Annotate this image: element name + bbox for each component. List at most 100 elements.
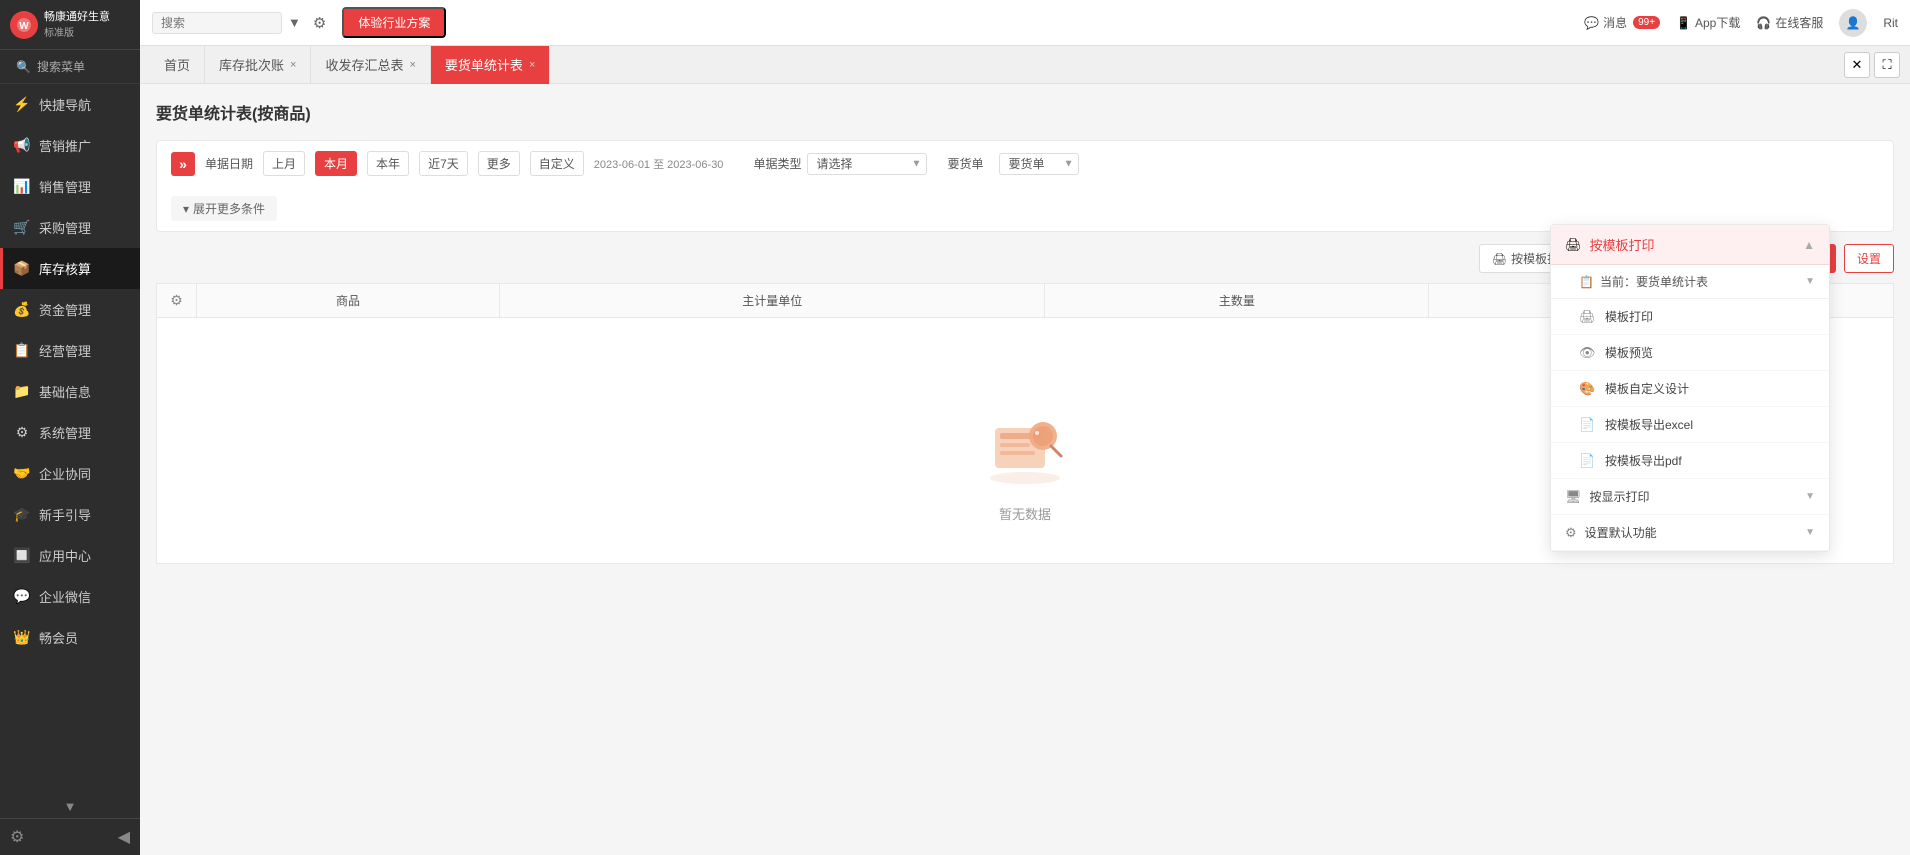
sidebar-item-collab[interactable]: 🤝 企业协同 [0, 453, 140, 494]
tabbar: 首页 库存批次账 × 收发存汇总表 × 要货单统计表 × ✕ ⛶ [140, 46, 1910, 84]
tab-close-inventory-batch[interactable]: × [290, 59, 296, 71]
type-select[interactable]: 请选择 [807, 153, 927, 175]
search-menu[interactable]: 🔍 搜索菜单 [0, 50, 140, 84]
nav-icon-sales: 📊 [13, 178, 31, 195]
sidebar-scroll-down[interactable]: ▼ [0, 795, 140, 818]
trial-button[interactable]: 体验行业方案 [342, 7, 446, 38]
settings-icon[interactable]: ⚙ [10, 827, 24, 847]
dropdown-item-template-print[interactable]: 🖨 模板打印 [1551, 299, 1829, 335]
sidebar-item-guide[interactable]: 🎓 新手引导 [0, 494, 140, 535]
empty-text: 暂无数据 [999, 504, 1051, 523]
sidebar-item-basic[interactable]: 📁 基础信息 [0, 371, 140, 412]
sidebar-item-sales[interactable]: 📊 销售管理 [0, 166, 140, 207]
sidebar-item-purchase[interactable]: 🛒 采购管理 [0, 207, 140, 248]
table-header-product: 商品 [197, 284, 500, 318]
online-service-item[interactable]: 🎧 在线客服 [1756, 14, 1823, 31]
svg-text:W: W [19, 21, 29, 32]
date-btn-this-year[interactable]: 本年 [367, 151, 409, 176]
date-label: 单据日期 [205, 155, 253, 172]
dropdown-item-template-excel[interactable]: 📄 按模板导出excel [1551, 407, 1829, 443]
date-btn-more[interactable]: 更多 [478, 151, 520, 176]
filter-row: » 单据日期 上月 本月 本年 近7天 更多 自定义 2023-06-01 至 … [171, 151, 1879, 176]
table-header-quantity: 主数量 [1045, 284, 1429, 318]
dropdown-item-template-preview[interactable]: 👁 模板预览 [1551, 335, 1829, 371]
filter-expand-row: ▾ 展开更多条件 [171, 186, 1879, 221]
sidebar-item-apps[interactable]: 🔲 应用中心 [0, 535, 140, 576]
type-selector: 单据类型 请选择 ▼ [753, 153, 927, 175]
sidebar-item-wechat[interactable]: 💬 企业微信 [0, 576, 140, 617]
message-icon: 💬 [1584, 16, 1599, 30]
req-type-label: 要货单 [947, 155, 983, 172]
sidebar-item-system[interactable]: ⚙ 系统管理 [0, 412, 140, 453]
tab-close-order-stats[interactable]: × [529, 59, 535, 71]
printer-icon: 🖨 [1492, 252, 1507, 266]
phone-icon: 📱 [1676, 16, 1691, 30]
display-print-icon: 🖥 [1565, 489, 1582, 505]
headset-icon: 🎧 [1756, 16, 1771, 30]
filter-expand-icon[interactable]: » [171, 152, 195, 176]
dropdown-chevron-icon: ▲ [1803, 238, 1815, 252]
req-type-select-wrapper: 要货单 ▼ [999, 153, 1079, 175]
settings-gear-icon[interactable]: ⚙ [313, 14, 326, 32]
nav-icon-apps: 🔲 [13, 547, 31, 564]
app-name: 畅康通好生意 [44, 10, 110, 24]
table-gear-icon[interactable]: ⚙ [170, 292, 183, 308]
tab-close-receipt-summary[interactable]: × [409, 59, 415, 71]
template-pdf-icon: 📄 [1579, 453, 1595, 469]
tab-expand-button[interactable]: ⛶ [1874, 52, 1900, 78]
sidebar-item-finance[interactable]: 💰 资金管理 [0, 289, 140, 330]
date-btn-custom[interactable]: 自定义 [530, 151, 584, 176]
page-title: 要货单统计表(按商品) [156, 100, 1894, 124]
sidebar-item-inventory[interactable]: 📦 库存核算 [0, 248, 140, 289]
dropdown-printer-icon: 🖨 [1565, 237, 1582, 253]
req-type-select[interactable]: 要货单 [999, 153, 1079, 175]
table-header-unit: 主计量单位 [500, 284, 1045, 318]
settings-button[interactable]: 设置 [1844, 244, 1894, 273]
nav-icon-collab: 🤝 [13, 465, 31, 482]
dropdown-section-set-default[interactable]: ⚙ 设置默认功能 ▼ [1551, 515, 1829, 551]
empty-icon [975, 398, 1075, 488]
sidebar: W 畅康通好生意 标准版 🔍 搜索菜单 ⚡ 快捷导航 📢 营销推广 📊 销售管理… [0, 0, 140, 855]
page-content: 要货单统计表(按商品) » 单据日期 上月 本月 本年 近7天 更多 自定义 2… [140, 84, 1910, 855]
type-label: 单据类型 [753, 155, 801, 172]
nav-icon-purchase: 🛒 [13, 219, 31, 236]
expand-more-icon: ▾ [183, 202, 189, 216]
sidebar-item-operation[interactable]: 📋 经营管理 [0, 330, 140, 371]
dropdown-header[interactable]: 🖨 按模板打印 ▲ [1551, 225, 1829, 265]
main-area: ▼ ⚙ 体验行业方案 💬 消息 99+ 📱 App下载 🎧 在线客服 👤 Rit [140, 0, 1910, 855]
search-dropdown-icon[interactable]: ▼ [288, 15, 301, 30]
sidebar-item-marketing[interactable]: 📢 营销推广 [0, 125, 140, 166]
message-item[interactable]: 💬 消息 99+ [1584, 14, 1660, 31]
sidebar-nav: ⚡ 快捷导航 📢 营销推广 📊 销售管理 🛒 采购管理 📦 库存核算 💰 资金管… [0, 84, 140, 795]
date-btn-last-month[interactable]: 上月 [263, 151, 305, 176]
template-excel-icon: 📄 [1579, 417, 1595, 433]
dropdown-current[interactable]: 📋 当前：要货单统计表 ▼ [1551, 265, 1829, 299]
avatar[interactable]: 👤 [1839, 9, 1867, 37]
tab-home[interactable]: 首页 [150, 46, 205, 84]
message-badge: 99+ [1633, 16, 1660, 29]
date-btn-this-month[interactable]: 本月 [315, 151, 357, 176]
nav-icon-operation: 📋 [13, 342, 31, 359]
dropdown-item-template-design[interactable]: 🎨 模板自定义设计 [1551, 371, 1829, 407]
table-header-gear: ⚙ [157, 284, 197, 318]
search-input[interactable] [152, 12, 282, 34]
current-template-icon: 📋 [1579, 275, 1594, 289]
date-btn-7days[interactable]: 近7天 [419, 151, 468, 176]
nav-icon-system: ⚙ [13, 424, 31, 441]
type-select-wrapper: 请选择 ▼ [807, 153, 927, 175]
sidebar-item-quick-nav[interactable]: ⚡ 快捷导航 [0, 84, 140, 125]
tab-close-all-button[interactable]: ✕ [1844, 52, 1870, 78]
tab-inventory-batch[interactable]: 库存批次账 × [205, 46, 311, 84]
dropdown-item-template-pdf[interactable]: 📄 按模板导出pdf [1551, 443, 1829, 479]
filter-bar: » 单据日期 上月 本月 本年 近7天 更多 自定义 2023-06-01 至 … [156, 140, 1894, 232]
topbar: ▼ ⚙ 体验行业方案 💬 消息 99+ 📱 App下载 🎧 在线客服 👤 Rit [140, 0, 1910, 46]
tab-receipt-summary[interactable]: 收发存汇总表 × [311, 46, 430, 84]
collapse-icon[interactable]: ◀ [118, 827, 130, 847]
tab-order-stats[interactable]: 要货单统计表 × [431, 46, 550, 84]
expand-more-btn[interactable]: ▾ 展开更多条件 [171, 196, 277, 221]
sidebar-item-member[interactable]: 👑 畅会员 [0, 617, 140, 658]
template-design-icon: 🎨 [1579, 381, 1595, 397]
app-download-item[interactable]: 📱 App下载 [1676, 14, 1740, 31]
dropdown-section-display-print[interactable]: 🖥 按显示打印 ▼ [1551, 479, 1829, 515]
print-template-dropdown: 🖨 按模板打印 ▲ 📋 当前：要货单统计表 ▼ 🖨 模板打印 👁 模板预览 [1550, 224, 1830, 552]
